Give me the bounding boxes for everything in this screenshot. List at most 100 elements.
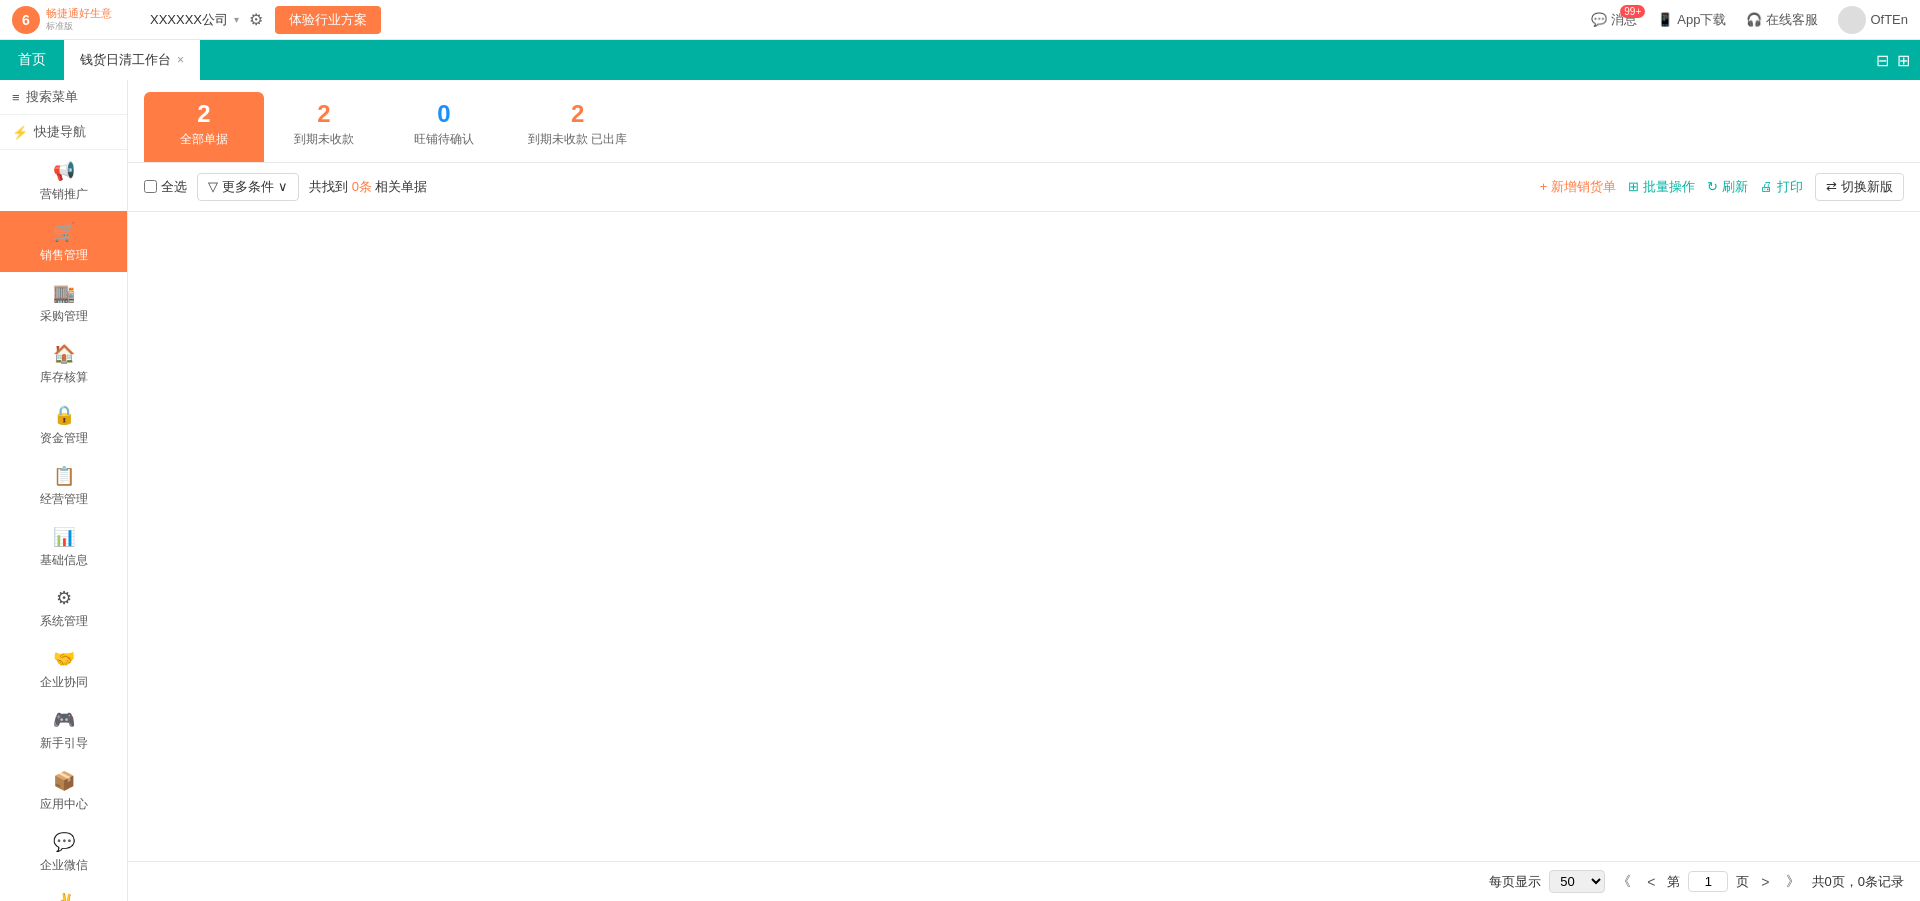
app-download-button[interactable]: 📱 App下载 <box>1657 11 1726 29</box>
select-all-checkbox[interactable]: 全选 <box>144 178 187 196</box>
company-selector[interactable]: XXXXXX公司 ▾ <box>150 11 239 29</box>
sidebar-item-label: 库存核算 <box>40 369 88 386</box>
sidebar-item-label: 采购管理 <box>40 308 88 325</box>
system-icon: ⚙ <box>56 587 72 609</box>
message-button[interactable]: 💬 消息 99+ <box>1591 11 1637 29</box>
select-all-label: 全选 <box>161 178 187 196</box>
per-page-select[interactable]: 50 100 200 <box>1549 870 1605 893</box>
next-page-button[interactable]: > <box>1757 872 1773 892</box>
switch-version-button[interactable]: ⇄ 切换新版 <box>1815 173 1904 201</box>
close-icon[interactable]: × <box>177 53 184 67</box>
card-label-overdue: 到期未收款 <box>288 131 360 148</box>
quick-nav-item[interactable]: ⚡ 快捷导航 <box>0 115 127 150</box>
pagination-bar: 每页显示 50 100 200 《 < 第 页 > 》 共0页，0条记录 <box>128 861 1920 901</box>
card-label-pending: 旺铺待确认 <box>408 131 480 148</box>
batch-label: 批量操作 <box>1643 178 1695 196</box>
table-area <box>128 212 1920 861</box>
first-page-button[interactable]: 《 <box>1613 871 1635 893</box>
summary-card-overdue[interactable]: 2 到期未收款 <box>264 92 384 162</box>
sidebar-item-finance[interactable]: 🔒 资金管理 <box>0 394 127 455</box>
sidebar-item-operations[interactable]: 📋 经营管理 <box>0 455 127 516</box>
message-badge: 99+ <box>1620 5 1645 18</box>
refresh-button[interactable]: ↻ 刷新 <box>1707 178 1748 196</box>
card-num-shipped: 2 <box>528 100 627 129</box>
more-filters-button[interactable]: ▽ 更多条件 ∨ <box>197 173 299 201</box>
page-label: 第 <box>1667 873 1680 891</box>
company-name: XXXXXX公司 <box>150 11 228 29</box>
content-area: 2 全部单据 2 到期未收款 0 旺铺待确认 2 到期未收款 已出库 全选 <box>128 80 1920 901</box>
newguide-icon: 🎮 <box>53 709 75 731</box>
marketing-icon: 📢 <box>53 160 75 182</box>
trial-button[interactable]: 体验行业方案 <box>275 6 381 34</box>
card-label-all: 全部单据 <box>168 131 240 148</box>
top-right-area: 💬 消息 99+ 📱 App下载 🎧 在线客服 OfTEn <box>1591 6 1908 34</box>
sidebar-item-appcenter[interactable]: 📦 应用中心 <box>0 760 127 821</box>
sidebar-item-label: 企业微信 <box>40 857 88 874</box>
batch-operation-button[interactable]: ⊞ 批量操作 <box>1628 178 1695 196</box>
active-tab-label: 钱货日清工作台 <box>80 51 171 69</box>
settings-button[interactable]: ⚙ <box>249 10 263 29</box>
sidebar-item-system[interactable]: ⚙ 系统管理 <box>0 577 127 638</box>
sidebar-item-label: 基础信息 <box>40 552 88 569</box>
basicinfo-icon: 📊 <box>53 526 75 548</box>
filter-icon: ▽ <box>208 179 218 194</box>
card-num-pending: 0 <box>408 100 480 129</box>
sidebar-item-inventory[interactable]: 🏠 库存核算 <box>0 333 127 394</box>
sidebar-item-sales[interactable]: 🛒 销售管理 <box>0 211 127 272</box>
toolbar-right: + 新增销货单 ⊞ 批量操作 ↻ 刷新 🖨 打印 ⇄ 切换新版 <box>1540 173 1904 201</box>
online-service-button[interactable]: 🎧 在线客服 <box>1746 11 1818 29</box>
search-icon: ≡ <box>12 90 20 105</box>
page-suffix: 页 <box>1736 873 1749 891</box>
summary-card-shipped[interactable]: 2 到期未收款 已出库 <box>504 92 651 162</box>
avatar <box>1838 6 1866 34</box>
weixin-icon: 💬 <box>53 831 75 853</box>
logo-area: 6 畅捷通好生意 标准版 <box>12 6 140 34</box>
refresh-label: 刷新 <box>1722 178 1748 196</box>
logo-text: 畅捷通好生意 <box>46 6 112 20</box>
switch-icon: ⇄ <box>1826 179 1837 194</box>
home-tab[interactable]: 首页 <box>0 40 64 80</box>
message-icon: 💬 <box>1591 12 1607 27</box>
sidebar-item-label: 新手引导 <box>40 735 88 752</box>
nav-tab-actions: ⊟ ⊞ <box>1876 40 1920 80</box>
purchase-icon: 🏬 <box>53 282 75 304</box>
sidebar-item-label: 营销推广 <box>40 186 88 203</box>
finance-icon: 🔒 <box>53 404 75 426</box>
minimize-icon[interactable]: ⊟ <box>1876 51 1889 70</box>
quick-nav-label: 快捷导航 <box>34 123 86 141</box>
maximize-icon[interactable]: ⊞ <box>1897 51 1910 70</box>
inventory-icon: 🏠 <box>53 343 75 365</box>
switch-label: 切换新版 <box>1841 178 1893 196</box>
search-menu[interactable]: ≡ 搜索菜单 <box>0 80 127 115</box>
sidebar-item-label: 系统管理 <box>40 613 88 630</box>
sidebar-item-label: 资金管理 <box>40 430 88 447</box>
found-count: 0条 <box>352 179 372 194</box>
sidebar-item-weixin[interactable]: 💬 企业微信 <box>0 821 127 882</box>
lightning-icon: ⚡ <box>12 125 28 140</box>
sidebar-item-label: 企业协同 <box>40 674 88 691</box>
add-sales-order-button[interactable]: + 新增销货单 <box>1540 178 1616 196</box>
sidebar-item-purchase[interactable]: 🏬 采购管理 <box>0 272 127 333</box>
active-tab[interactable]: 钱货日清工作台 × <box>64 40 200 80</box>
total-records-label: 共0页，0条记录 <box>1812 873 1904 891</box>
sidebar-item-marketing[interactable]: 📢 营销推广 <box>0 150 127 211</box>
found-suffix: 相关单据 <box>375 179 427 194</box>
select-all-input[interactable] <box>144 180 157 193</box>
sidebar-item-basicinfo[interactable]: 📊 基础信息 <box>0 516 127 577</box>
last-page-button[interactable]: 》 <box>1782 871 1804 893</box>
sidebar-item-member[interactable]: ✌ 畅会员 <box>0 882 127 901</box>
print-button[interactable]: 🖨 打印 <box>1760 178 1803 196</box>
current-page-input[interactable] <box>1688 871 1728 892</box>
batch-icon: ⊞ <box>1628 179 1639 194</box>
avatar-area[interactable]: OfTEn <box>1838 6 1908 34</box>
logo-badge: 标准版 <box>46 20 112 33</box>
summary-card-pending[interactable]: 0 旺铺待确认 <box>384 92 504 162</box>
sidebar-item-newguide[interactable]: 🎮 新手引导 <box>0 699 127 760</box>
toolbar: 全选 ▽ 更多条件 ∨ 共找到 0条 相关单据 + 新增销货单 ⊞ 批量操作 ↻ <box>128 163 1920 212</box>
summary-card-all[interactable]: 2 全部单据 <box>144 92 264 162</box>
print-icon: 🖨 <box>1760 179 1773 194</box>
sidebar-item-label: 销售管理 <box>40 247 88 264</box>
sidebar-item-enterprise[interactable]: 🤝 企业协同 <box>0 638 127 699</box>
more-filters-label: 更多条件 <box>222 178 274 196</box>
prev-page-button[interactable]: < <box>1643 872 1659 892</box>
